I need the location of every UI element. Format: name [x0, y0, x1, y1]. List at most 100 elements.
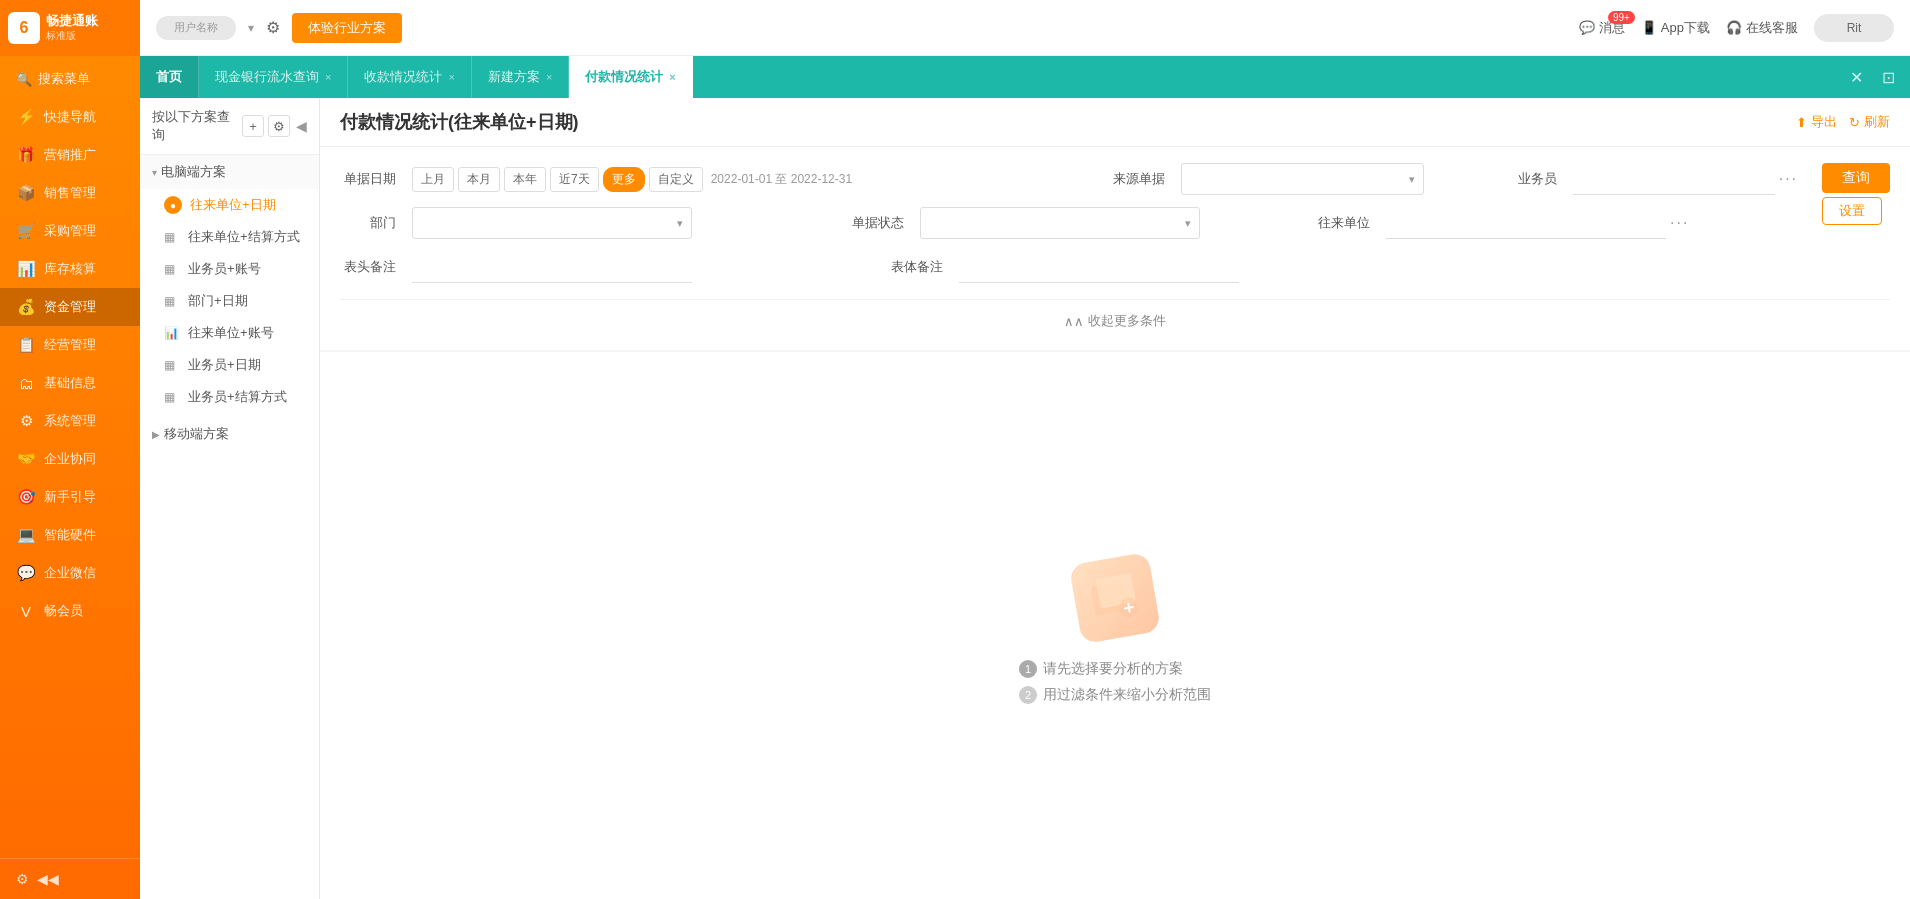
- topbar-user-display[interactable]: 用户名称: [156, 16, 236, 40]
- sidebar-item-inventory[interactable]: 📊 库存核算: [0, 250, 140, 288]
- staff-input[interactable]: [1573, 163, 1775, 195]
- mobile-scheme-group: ▶ 移动端方案: [140, 417, 319, 451]
- tab-payment-stats-close[interactable]: ×: [669, 71, 675, 83]
- scheme-collapse-button[interactable]: ◀: [296, 118, 307, 134]
- scheme-panel-title: 按以下方案查询: [152, 108, 236, 144]
- funds-icon: 💰: [16, 298, 36, 316]
- filter-settings-button[interactable]: 设置: [1822, 197, 1882, 225]
- sidebar-item-label: 新手引导: [44, 488, 96, 506]
- scheme-item-chart-icon: 📊: [164, 326, 180, 340]
- sidebar-item-enterprise[interactable]: 🤝 企业协同: [0, 440, 140, 478]
- tab-expand-button[interactable]: ⊡: [1874, 63, 1902, 91]
- scheme-item-label: 业务员+账号: [188, 260, 261, 278]
- source-filter-label: 来源单据: [1109, 170, 1165, 188]
- scheme-item-staff-account[interactable]: ▦ 业务员+账号: [140, 253, 319, 285]
- sidebar-item-funds[interactable]: 💰 资金管理: [0, 288, 140, 326]
- topbar-trial-button[interactable]: 体验行业方案: [292, 13, 402, 43]
- page-header: 付款情况统计(往来单位+日期) ⬆ 导出 ↻ 刷新: [320, 98, 1910, 147]
- mobile-group-header[interactable]: ▶ 移动端方案: [140, 417, 319, 451]
- tab-receipt-stats[interactable]: 收款情况统计 ×: [348, 56, 471, 98]
- scheme-item-partner-date[interactable]: ● 往来单位+日期: [140, 189, 319, 221]
- sidebar-item-basic-info[interactable]: 🗂 基础信息: [0, 364, 140, 402]
- purchase-icon: 🛒: [16, 222, 36, 240]
- header-note-label: 表头备注: [340, 258, 396, 276]
- settings-footer-icon[interactable]: ⚙: [16, 871, 29, 887]
- sidebar-item-wechat[interactable]: 💬 企业微信: [0, 554, 140, 592]
- tab-new-scheme[interactable]: 新建方案 ×: [472, 56, 569, 98]
- tab-payment-stats-label: 付款情况统计: [585, 68, 663, 86]
- tab-close-all-button[interactable]: ✕: [1842, 63, 1870, 91]
- system-icon: ⚙: [16, 412, 36, 430]
- sidebar-item-operations[interactable]: 📋 经营管理: [0, 326, 140, 364]
- tab-home[interactable]: 首页: [140, 56, 199, 98]
- collapse-sidebar-icon[interactable]: ◀◀: [37, 871, 59, 887]
- query-button[interactable]: 查询: [1822, 163, 1890, 193]
- topbar-dropdown-arrow[interactable]: ▾: [248, 21, 254, 35]
- marketing-icon: 🎁: [16, 146, 36, 164]
- scheme-add-button[interactable]: +: [242, 115, 264, 137]
- sales-icon: 📦: [16, 184, 36, 202]
- body-note-label: 表体备注: [887, 258, 943, 276]
- scheme-item-dept-date[interactable]: ▦ 部门+日期: [140, 285, 319, 317]
- message-icon: 💬: [1579, 20, 1595, 35]
- desktop-group-header[interactable]: ▾ 电脑端方案: [140, 155, 319, 189]
- topbar-message-button[interactable]: 💬 消息 99+: [1579, 19, 1625, 37]
- topbar-service-button[interactable]: 🎧 在线客服: [1726, 19, 1798, 37]
- staff-more-btn[interactable]: ···: [1779, 170, 1798, 188]
- partner-input[interactable]: [1386, 207, 1666, 239]
- doc-status-select[interactable]: ▾: [920, 207, 1200, 239]
- empty-tip-2: 2 用过滤条件来缩小分析范围: [1019, 686, 1211, 704]
- sidebar-item-sales[interactable]: 📦 销售管理: [0, 174, 140, 212]
- sidebar-item-label: 经营管理: [44, 336, 96, 354]
- topbar: 用户名称 ▾ ⚙ 体验行业方案 💬 消息 99+ 📱 App下载 🎧 在线客服 …: [140, 0, 1910, 56]
- date-btn-more[interactable]: 更多: [603, 167, 645, 192]
- tab-payment-stats[interactable]: 付款情况统计 ×: [569, 56, 692, 98]
- sidebar-item-marketing[interactable]: 🎁 营销推广: [0, 136, 140, 174]
- date-btn-7days[interactable]: 近7天: [550, 167, 599, 192]
- sidebar-item-vip[interactable]: V 畅会员: [0, 592, 140, 630]
- scheme-item-partner-settle[interactable]: ▦ 往来单位+结算方式: [140, 221, 319, 253]
- tab-receipt-stats-close[interactable]: ×: [448, 71, 454, 83]
- date-btn-last-month[interactable]: 上月: [412, 167, 454, 192]
- header-note-input[interactable]: [412, 251, 692, 283]
- scheme-settings-button[interactable]: ⚙: [268, 115, 290, 137]
- source-select[interactable]: ▾: [1181, 163, 1424, 195]
- scheme-item-staff-date[interactable]: ▦ 业务员+日期: [140, 349, 319, 381]
- enterprise-icon: 🤝: [16, 450, 36, 468]
- body-note-input[interactable]: [959, 251, 1239, 283]
- sidebar-item-label: 营销推广: [44, 146, 96, 164]
- tab-bank-flow-label: 现金银行流水查询: [215, 68, 319, 86]
- scheme-panel: 按以下方案查询 + ⚙ ◀ ▾ 电脑端方案 ● 往来单位+日期 ▦ 往: [140, 98, 320, 899]
- dept-select[interactable]: ▾: [412, 207, 692, 239]
- tab-new-scheme-close[interactable]: ×: [546, 71, 552, 83]
- sidebar-item-quick-nav[interactable]: ⚡ 快捷导航: [0, 98, 140, 136]
- scheme-item-partner-account[interactable]: 📊 往来单位+账号: [140, 317, 319, 349]
- sidebar-item-hardware[interactable]: 💻 智能硬件: [0, 516, 140, 554]
- sidebar-item-system[interactable]: ⚙ 系统管理: [0, 402, 140, 440]
- tab-bank-flow-close[interactable]: ×: [325, 71, 331, 83]
- sidebar-item-guide[interactable]: 🎯 新手引导: [0, 478, 140, 516]
- scheme-item-staff-settle[interactable]: ▦ 业务员+结算方式: [140, 381, 319, 413]
- partner-more-btn[interactable]: ···: [1670, 214, 1689, 232]
- partner-filter-label: 往来单位: [1314, 214, 1370, 232]
- filter-row-3: 表头备注 表体备注: [340, 251, 1798, 283]
- date-btn-this-month[interactable]: 本月: [458, 167, 500, 192]
- mobile-group-chevron: ▶: [152, 429, 160, 440]
- export-button[interactable]: ⬆ 导出: [1796, 113, 1837, 131]
- scheme-item-label: 业务员+日期: [188, 356, 261, 374]
- topbar-user-button[interactable]: Rit: [1814, 14, 1894, 42]
- topbar-app-download-button[interactable]: 📱 App下载: [1641, 19, 1710, 37]
- date-range-display: 2022-01-01 至 2022-12-31: [711, 171, 852, 188]
- topbar-gear-icon[interactable]: ⚙: [266, 18, 280, 37]
- scheme-item-label: 业务员+结算方式: [188, 388, 287, 406]
- sidebar-item-purchase[interactable]: 🛒 采购管理: [0, 212, 140, 250]
- sidebar-search-area[interactable]: 🔍 搜索菜单: [0, 60, 140, 98]
- date-btn-this-year[interactable]: 本年: [504, 167, 546, 192]
- tab-bank-flow[interactable]: 现金银行流水查询 ×: [199, 56, 348, 98]
- refresh-button[interactable]: ↻ 刷新: [1849, 113, 1890, 131]
- topbar-right-area: 💬 消息 99+ 📱 App下载 🎧 在线客服 Rit: [1579, 14, 1894, 42]
- collapse-more-button[interactable]: ∧∧ 收起更多条件: [1064, 304, 1166, 338]
- date-btn-custom[interactable]: 自定义: [649, 167, 703, 192]
- scheme-active-indicator: ●: [164, 196, 182, 214]
- scheme-panel-header: 按以下方案查询 + ⚙ ◀: [140, 98, 319, 155]
